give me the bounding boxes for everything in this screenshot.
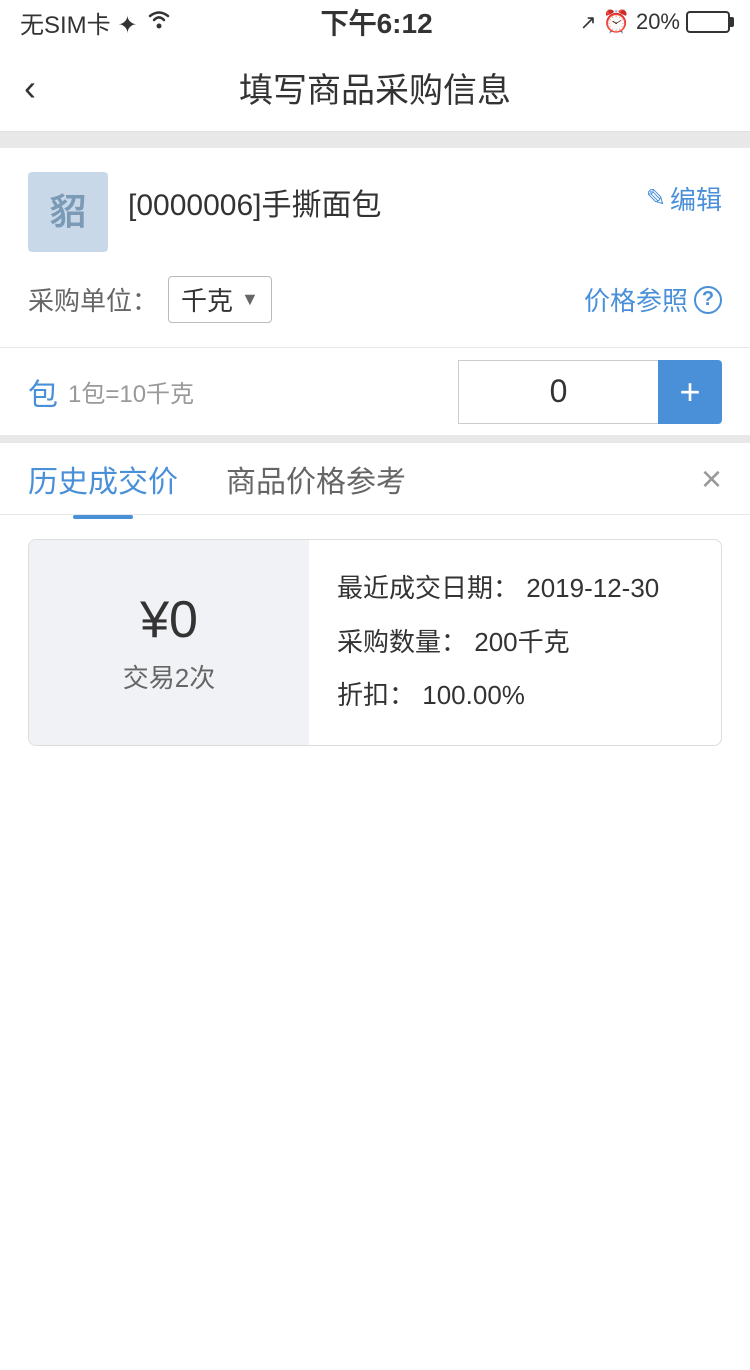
back-button[interactable]: ‹	[24, 67, 36, 109]
product-header: 貂 [0000006]手撕面包 ✎ 编辑	[28, 172, 722, 252]
nav-bar: ‹ 填写商品采购信息	[0, 44, 750, 132]
qty-label: 采购数量：	[337, 627, 467, 657]
discount-row: 折扣： 100.00%	[337, 675, 693, 717]
product-thumbnail: 貂	[28, 172, 108, 252]
page-title: 填写商品采购信息	[239, 63, 511, 112]
section-divider-top	[0, 132, 750, 148]
price-card-left: ¥0 交易2次	[29, 540, 309, 745]
qty-input[interactable]: 0	[458, 360, 658, 424]
tab-close-button[interactable]: ×	[701, 458, 722, 500]
recent-date-value: 2019-12-30	[526, 573, 659, 603]
discount-label: 折扣：	[337, 680, 415, 710]
qty-value: 0	[550, 373, 568, 410]
product-section: 貂 [0000006]手撕面包 ✎ 编辑 采购单位： 千克 ▼ 价格参照 ?	[0, 148, 750, 347]
price-ref-help-icon: ?	[694, 286, 722, 314]
qty-conversion: 1包=10千克	[68, 374, 194, 409]
location-icon: ↗	[580, 10, 597, 35]
tab2-label: 商品价格参考	[226, 457, 406, 501]
tab-bar: 历史成交价 商品价格参考 ×	[0, 435, 750, 515]
price-trades: 交易2次	[123, 658, 215, 695]
unit-selector-group: 采购单位： 千克 ▼	[28, 276, 272, 323]
product-name: [0000006]手撕面包	[128, 180, 381, 224]
recent-date-label: 最近成交日期：	[337, 573, 519, 603]
tab-history-price[interactable]: 历史成交价	[28, 439, 178, 519]
price-ref-label: 价格参照	[584, 281, 688, 318]
discount-value: 100.00%	[422, 680, 525, 710]
qty-input-group: 0 +	[458, 360, 722, 424]
close-icon: ×	[701, 458, 722, 499]
qty-row: 采购数量： 200千克	[337, 622, 693, 664]
status-time: 下午6:12	[321, 2, 433, 42]
tabs-group: 历史成交价 商品价格参考	[28, 439, 406, 519]
price-ref-button[interactable]: 价格参照 ?	[584, 281, 722, 318]
tab1-label: 历史成交价	[28, 457, 178, 501]
edit-icon: ✎	[646, 184, 666, 213]
battery-percent: 20%	[636, 9, 680, 35]
plus-icon: +	[679, 371, 700, 413]
quantity-section: 包 1包=10千克 0 +	[0, 347, 750, 435]
edit-label: 编辑	[670, 180, 722, 217]
wifi-icon	[145, 8, 173, 37]
price-card-right: 最近成交日期： 2019-12-30 采购数量： 200千克 折扣： 100.0…	[309, 540, 721, 745]
unit-select[interactable]: 千克 ▼	[168, 276, 272, 323]
recent-date-row: 最近成交日期： 2019-12-30	[337, 568, 693, 610]
unit-dropdown-arrow: ▼	[241, 289, 259, 310]
tab-price-reference[interactable]: 商品价格参考	[226, 439, 406, 519]
status-left: 无SIM卡 ✦	[20, 5, 173, 40]
product-left: 貂 [0000006]手撕面包	[28, 172, 381, 252]
qty-unit-badge: 包	[28, 370, 58, 414]
history-price-section: ¥0 交易2次 最近成交日期： 2019-12-30 采购数量： 200千克 折…	[0, 515, 750, 770]
alarm-icon: ⏰	[603, 9, 630, 35]
unit-row: 采购单位： 千克 ▼ 价格参照 ?	[28, 276, 722, 323]
unit-value: 千克	[181, 281, 233, 318]
status-bar: 无SIM卡 ✦ 下午6:12 ↗ ⏰ 20%	[0, 0, 750, 44]
unit-label: 采购单位：	[28, 281, 158, 318]
carrier-text: 无SIM卡 ✦	[20, 5, 137, 40]
qty-plus-button[interactable]: +	[658, 360, 722, 424]
qty-detail-value: 200千克	[474, 627, 569, 657]
product-thumb-icon: 貂	[50, 194, 86, 230]
qty-label-group: 包 1包=10千克	[28, 370, 194, 414]
edit-button[interactable]: ✎ 编辑	[646, 180, 722, 217]
battery-icon	[686, 11, 730, 33]
status-right: ↗ ⏰ 20%	[580, 9, 730, 35]
price-card: ¥0 交易2次 最近成交日期： 2019-12-30 采购数量： 200千克 折…	[28, 539, 722, 746]
price-amount: ¥0	[140, 590, 198, 650]
main-content-area	[0, 770, 750, 1370]
